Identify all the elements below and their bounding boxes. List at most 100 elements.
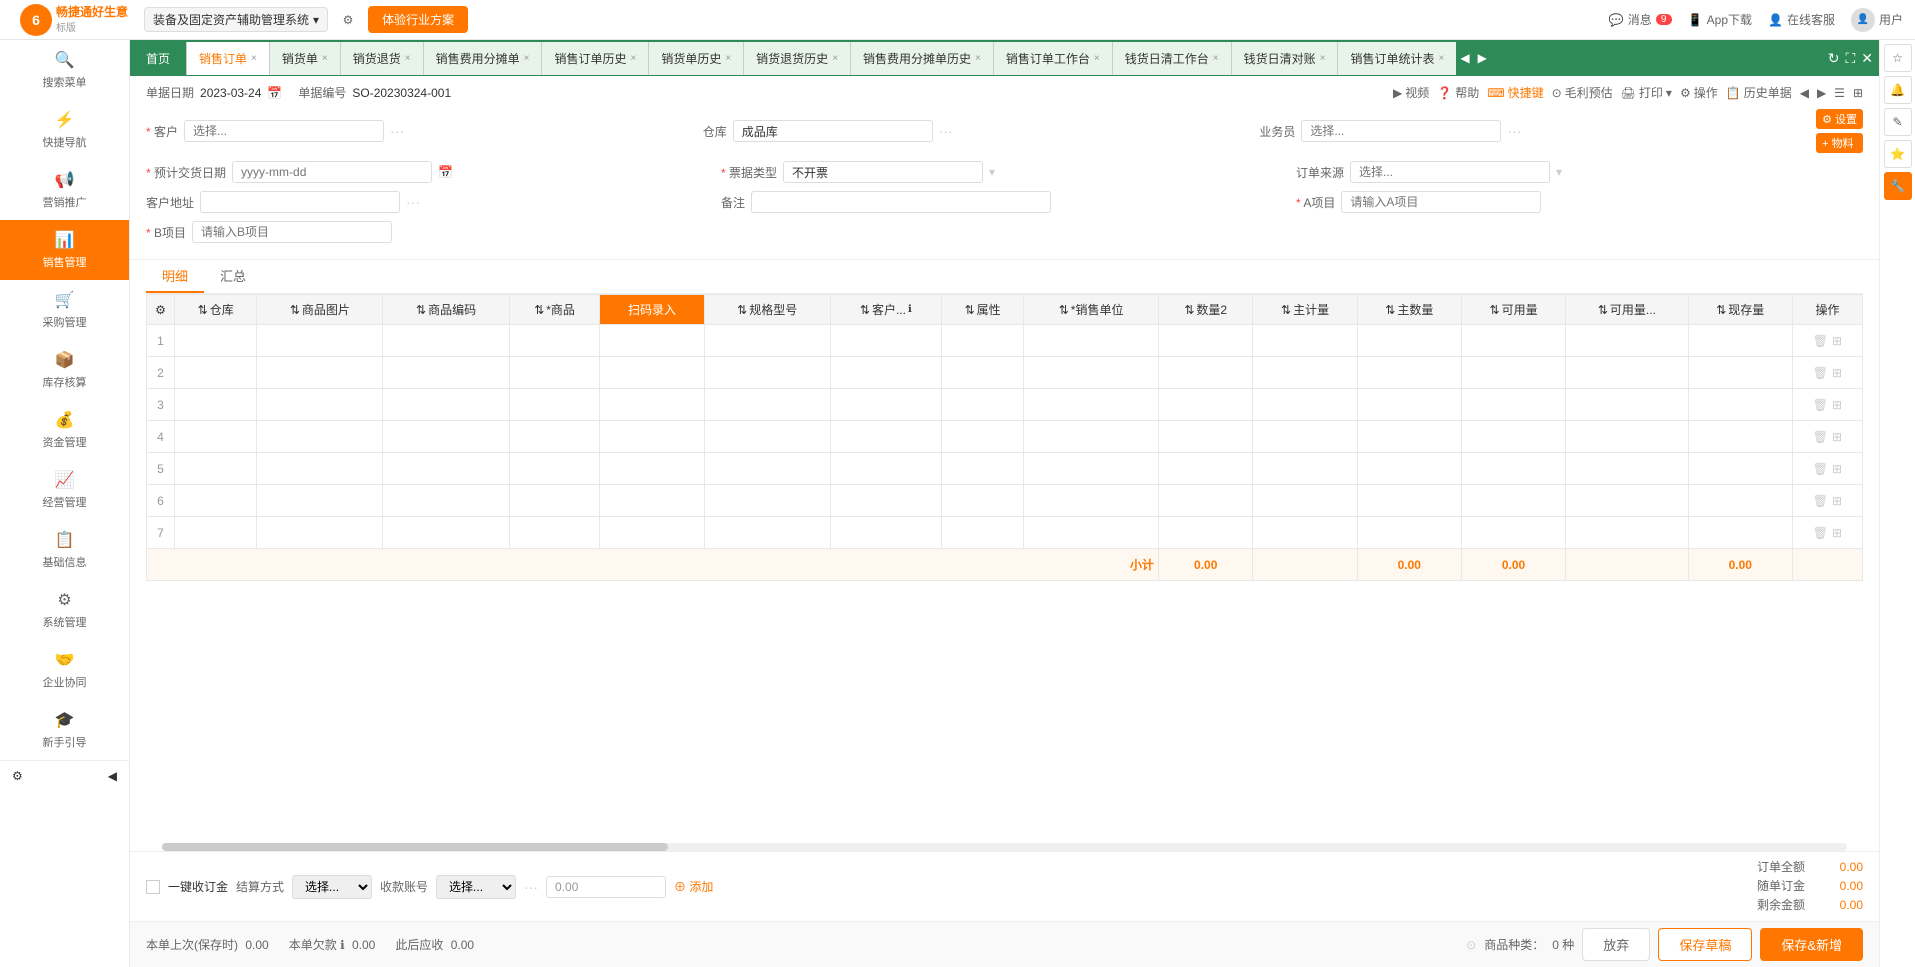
th-spec[interactable]: ⇅规格型号 [704, 295, 830, 325]
row-5-qty2[interactable] [1158, 453, 1253, 485]
tab-return-history[interactable]: 销货退货历史 × [743, 42, 850, 75]
row-3-customer[interactable] [830, 389, 941, 421]
row-4-scan[interactable] [600, 421, 704, 453]
row-2-unit[interactable] [1024, 357, 1159, 389]
row-7-attribute[interactable] [941, 517, 1023, 549]
system-selector[interactable]: 装备及固定资产辅助管理系统 ▾ [144, 7, 328, 32]
row-5-code[interactable] [383, 453, 509, 485]
calendar-icon[interactable]: 📅 [267, 86, 282, 100]
order-source-dropdown[interactable]: ▾ [1556, 165, 1562, 179]
row-3-main-unit[interactable] [1253, 389, 1357, 421]
row-5-customer[interactable] [830, 453, 941, 485]
row-3-main-qty[interactable] [1357, 389, 1461, 421]
row-6-stock[interactable] [1688, 485, 1792, 517]
row-5-main-unit[interactable] [1253, 453, 1357, 485]
row-5-image[interactable] [257, 453, 383, 485]
row-2-available2[interactable] [1566, 357, 1689, 389]
row-6-main-qty[interactable] [1357, 485, 1461, 517]
row-1-main-unit[interactable] [1253, 325, 1357, 357]
tab-sales-return[interactable]: 销货退货 × [340, 42, 423, 75]
invoice-dropdown[interactable]: ▾ [989, 165, 995, 179]
row-4-image[interactable] [257, 421, 383, 453]
tab-sales-order[interactable]: 销售订单 × [186, 42, 269, 75]
scrollbar-track[interactable] [162, 843, 1847, 851]
tab-sales-stats-close[interactable]: × [1438, 53, 1444, 64]
tab-cash-workbench-close[interactable]: × [1213, 53, 1219, 64]
table-tab-summary[interactable]: 汇总 [204, 260, 262, 293]
row-6-available[interactable] [1461, 485, 1565, 517]
th-qty2[interactable]: ⇅数量2 [1158, 295, 1253, 325]
nav-prev-btn[interactable]: ◀ [1800, 86, 1809, 100]
right-panel-btn-1[interactable]: ☆ [1884, 44, 1912, 72]
sidebar-item-guide[interactable]: 🎓 新手引导 [0, 700, 129, 760]
sidebar-item-inventory[interactable]: 📦 库存核算 [0, 340, 129, 400]
row-1-spec[interactable] [704, 325, 830, 357]
table-wrapper[interactable]: ⚙ ⇅仓库 ⇅商品图片 ⇅商品编码 ⇅*商品 扫码录入 ⇅规格型号 ⇅客户...… [146, 294, 1863, 843]
th-settings[interactable]: ⚙ [147, 295, 175, 325]
copy-icon[interactable]: ⊞ [1832, 462, 1842, 476]
row-7-unit[interactable] [1024, 517, 1159, 549]
view-btn[interactable]: ▶ 视频 [1393, 84, 1429, 101]
th-customer-code[interactable]: ⇅客户... ℹ [830, 295, 941, 325]
row-6-attribute[interactable] [941, 485, 1023, 517]
operation-btn[interactable]: ⚙ 操作 [1680, 84, 1718, 101]
account-select[interactable]: 选择... [436, 875, 516, 899]
row-4-code[interactable] [383, 421, 509, 453]
sidebar-item-basic[interactable]: 📋 基础信息 [0, 520, 129, 580]
view-mode-btn[interactable]: ☰ [1834, 86, 1845, 100]
project-b-input[interactable] [192, 221, 392, 243]
th-main-unit[interactable]: ⇅主计量 [1253, 295, 1357, 325]
tab-return-history-close[interactable]: × [832, 53, 838, 64]
row-6-main-unit[interactable] [1253, 485, 1357, 517]
row-1-warehouse[interactable] [175, 325, 257, 357]
quick-settle-checkbox[interactable] [146, 880, 160, 894]
add-payment-btn[interactable]: ⊕ 添加 [674, 878, 713, 895]
row-5-warehouse[interactable] [175, 453, 257, 485]
row-3-unit[interactable] [1024, 389, 1159, 421]
save-new-btn[interactable]: 保存&新增 [1760, 928, 1863, 961]
print-btn[interactable]: 🖨 打印 ▾ [1621, 84, 1672, 101]
th-image[interactable]: ⇅商品图片 [257, 295, 383, 325]
right-panel-btn-2[interactable]: 🔔 [1884, 76, 1912, 104]
row-2-main-qty[interactable] [1357, 357, 1461, 389]
row-3-available[interactable] [1461, 389, 1565, 421]
row-4-stock[interactable] [1688, 421, 1792, 453]
row-1-stock[interactable] [1688, 325, 1792, 357]
th-code[interactable]: ⇅商品编码 [383, 295, 509, 325]
payment-amount[interactable] [546, 876, 666, 898]
row-3-spec[interactable] [704, 389, 830, 421]
sidebar-item-search[interactable]: 🔍 搜索菜单 [0, 40, 129, 100]
tab-sales-stats[interactable]: 销售订单统计表 × [1337, 42, 1456, 75]
tab-slip-history[interactable]: 销货单历史 × [648, 42, 743, 75]
delete-icon[interactable]: 🗑 [1813, 462, 1828, 476]
row-5-scan[interactable] [600, 453, 704, 485]
tab-sales-expense[interactable]: 销售费用分摊单 × [423, 42, 542, 75]
project-a-input[interactable] [1341, 191, 1541, 213]
maximize-btn[interactable]: ⊞ [1853, 86, 1863, 100]
tab-workbench[interactable]: 销售订单工作台 × [993, 42, 1112, 75]
row-6-unit[interactable] [1024, 485, 1159, 517]
row-7-warehouse[interactable] [175, 517, 257, 549]
row-6-spec[interactable] [704, 485, 830, 517]
salesperson-expand[interactable]: ··· [1507, 123, 1521, 139]
right-panel-btn-3[interactable]: ✎ [1884, 108, 1912, 136]
tab-home[interactable]: 首页 [130, 42, 186, 75]
sidebar-item-sales[interactable]: 📊 销售管理 [0, 220, 129, 280]
industry-btn[interactable]: 体验行业方案 [368, 6, 468, 33]
row-7-image[interactable] [257, 517, 383, 549]
tab-workbench-close[interactable]: × [1094, 53, 1100, 64]
tab-action-fullscreen[interactable]: ⛶ [1843, 48, 1857, 69]
sidebar-item-nav[interactable]: ⚡ 快捷导航 [0, 100, 129, 160]
row-5-available[interactable] [1461, 453, 1565, 485]
row-7-main-unit[interactable] [1253, 517, 1357, 549]
row-6-available2[interactable] [1566, 485, 1689, 517]
delete-icon[interactable]: 🗑 [1813, 398, 1828, 412]
row-1-scan[interactable] [600, 325, 704, 357]
row-2-spec[interactable] [704, 357, 830, 389]
row-3-warehouse[interactable] [175, 389, 257, 421]
tab-cash-reconcile-close[interactable]: × [1320, 53, 1326, 64]
row-4-attribute[interactable] [941, 421, 1023, 453]
tab-sales-expense-close[interactable]: × [524, 53, 530, 64]
row-3-scan[interactable] [600, 389, 704, 421]
right-panel-btn-4[interactable]: ⭐ [1884, 140, 1912, 168]
